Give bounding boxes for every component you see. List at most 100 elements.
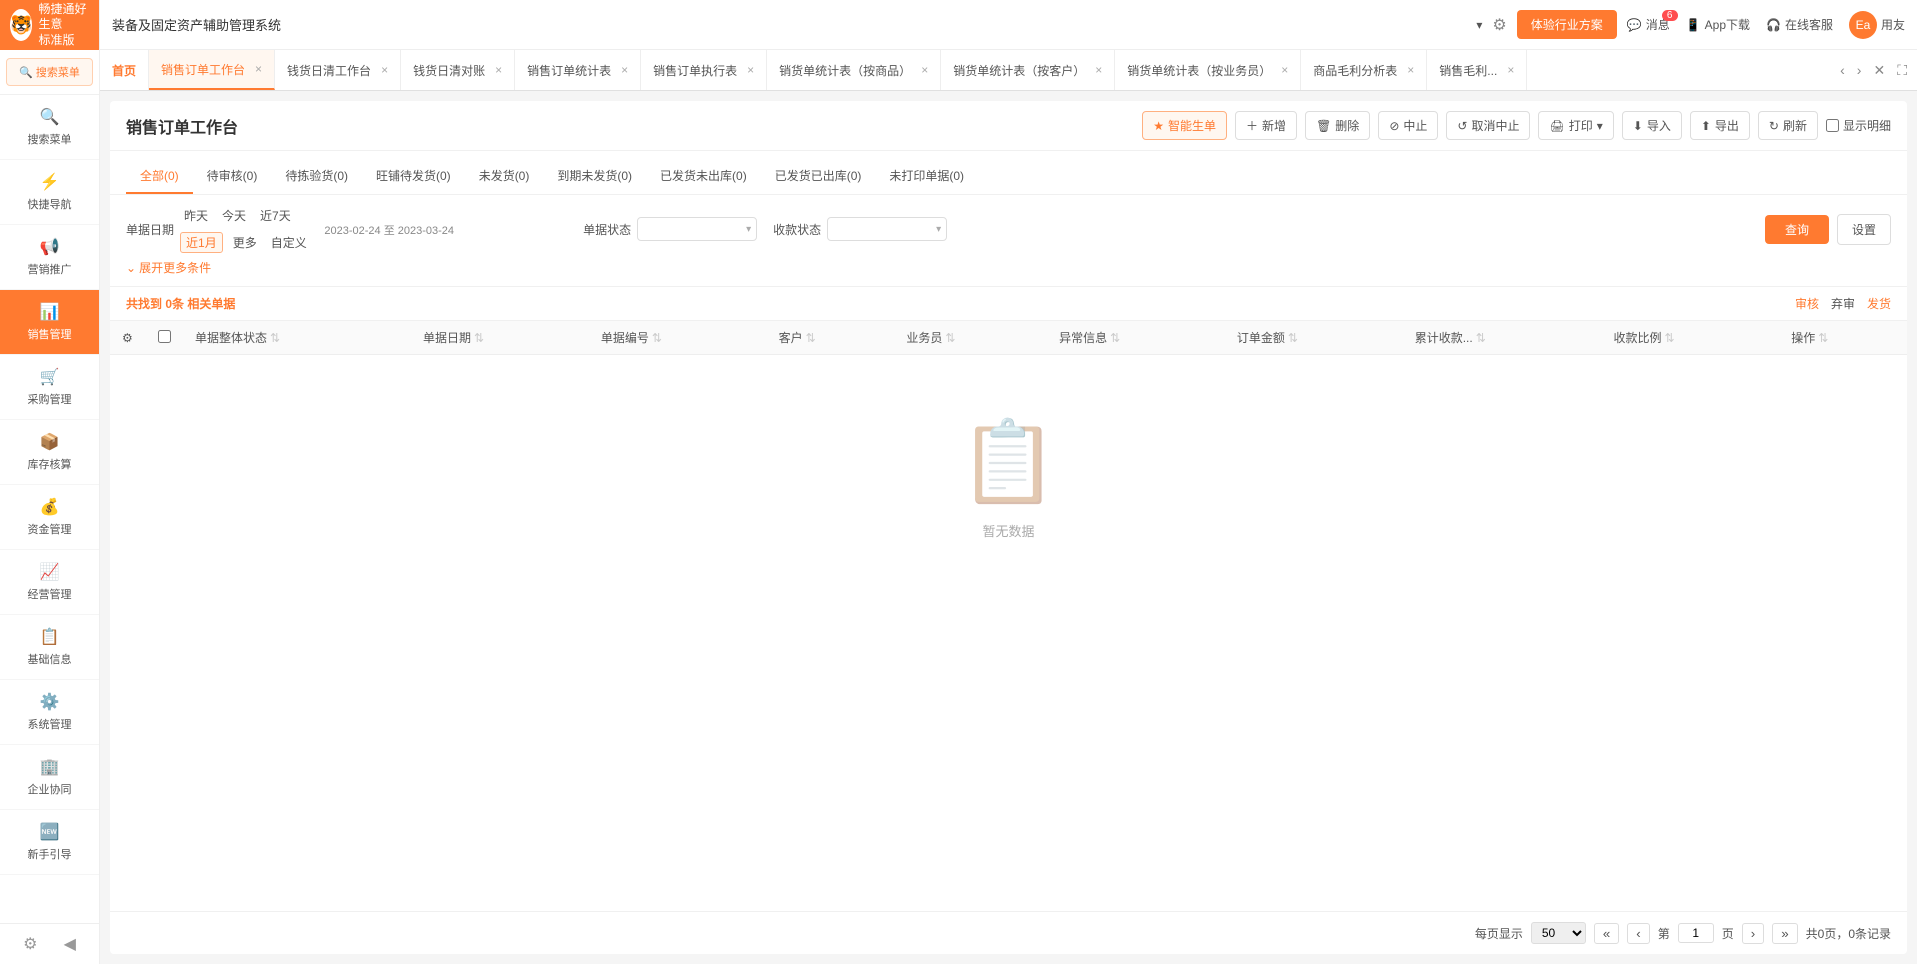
tab-close-sales-summary-customer[interactable]: ×: [1095, 63, 1102, 77]
sidebar-search[interactable]: 🔍 搜索菜单: [0, 50, 99, 95]
column-settings[interactable]: ⚙: [110, 321, 146, 355]
select-all-checkbox[interactable]: [146, 321, 183, 355]
filter-tab-all[interactable]: 全部(0): [126, 159, 193, 194]
tab-scroll-right[interactable]: ›: [1853, 60, 1866, 80]
sidebar-item-guide[interactable]: 🆕新手引导: [0, 810, 99, 875]
tab-close-sales-exec[interactable]: ×: [747, 63, 754, 77]
refresh-button[interactable]: ↻ 刷新: [1758, 111, 1818, 140]
tab-maximize[interactable]: ⛶: [1893, 60, 1911, 81]
date-option-自定义[interactable]: 自定义: [267, 232, 311, 253]
col-date[interactable]: 单据日期⇅: [411, 321, 589, 355]
tab-close-sales-summary-staff[interactable]: ×: [1281, 63, 1288, 77]
filter-tab-overdue-not-shipped[interactable]: 到期未发货(0): [543, 159, 646, 194]
filter-tab-shipped-out[interactable]: 已发货已出库(0): [761, 159, 876, 194]
payment-select[interactable]: [827, 217, 947, 241]
expand-filter-button[interactable]: ⌄ 展开更多条件: [126, 259, 1891, 276]
tab-close-gross-profit[interactable]: ×: [1407, 63, 1414, 77]
sidebar-item-purchase[interactable]: 🛒采购管理: [0, 355, 99, 420]
tab-close-sales-stat[interactable]: ×: [621, 63, 628, 77]
filter-tab-wangpu-pending[interactable]: 旺铺待发货(0): [362, 159, 465, 194]
cancel-stop-button[interactable]: ↺ 取消中止: [1446, 111, 1530, 140]
stop-button[interactable]: ⊘ 中止: [1378, 111, 1438, 140]
tab-cash-reconcile[interactable]: 钱货日清对账×: [401, 50, 515, 90]
settings-bottom-icon[interactable]: ⚙: [23, 934, 37, 954]
import-button[interactable]: ⬇ 导入: [1622, 111, 1682, 140]
detail-checkbox[interactable]: [1826, 119, 1839, 132]
tab-close-all[interactable]: ✕: [1869, 60, 1889, 81]
solution-button[interactable]: 体验行业方案: [1517, 10, 1617, 39]
tab-sales-workbench[interactable]: 销售订单工作台×: [149, 50, 275, 90]
search-menu-button[interactable]: 🔍 搜索菜单: [6, 58, 93, 86]
col-customer[interactable]: 客户⇅: [767, 321, 895, 355]
last-page-button[interactable]: »: [1772, 923, 1797, 944]
col-abnormal[interactable]: 异常信息⇅: [1047, 321, 1225, 355]
table-scroll[interactable]: ⚙ 单据整体状态⇅单据日期⇅单据编号⇅客户⇅业务员⇅异常信息⇅订单金额⇅累计收款.…: [110, 321, 1907, 911]
tab-sales-exec[interactable]: 销售订单执行表×: [641, 50, 767, 90]
sidebar-item-system[interactable]: ⚙️系统管理: [0, 680, 99, 745]
tab-gross-profit[interactable]: 商品毛利分析表×: [1301, 50, 1427, 90]
filter-settings-button[interactable]: 设置: [1837, 214, 1891, 245]
date-option-近7天[interactable]: 近7天: [256, 205, 295, 226]
tab-scroll-left[interactable]: ‹: [1836, 60, 1849, 80]
tab-close-sales-more[interactable]: ×: [1507, 63, 1514, 77]
tab-home[interactable]: 首页: [100, 50, 149, 90]
filter-tab-shipped-not-out[interactable]: 已发货未出库(0): [646, 159, 761, 194]
sidebar-item-finance[interactable]: 💰资金管理: [0, 485, 99, 550]
page-size-select[interactable]: 102050100: [1531, 922, 1586, 944]
col-received[interactable]: 累计收款...⇅: [1403, 321, 1602, 355]
date-option-更多[interactable]: 更多: [229, 232, 261, 253]
sidebar-item-marketing[interactable]: 📢营销推广: [0, 225, 99, 290]
system-dropdown[interactable]: ▾: [1476, 18, 1482, 32]
user-menu[interactable]: Ea 用友: [1849, 11, 1905, 39]
next-page-button[interactable]: ›: [1742, 923, 1764, 944]
sidebar-item-quick[interactable]: ⚡快捷导航: [0, 160, 99, 225]
collapse-icon[interactable]: ◀: [64, 934, 76, 954]
tab-sales-stat[interactable]: 销售订单统计表×: [515, 50, 641, 90]
app-download-button[interactable]: 📱 App下载: [1686, 16, 1750, 33]
support-button[interactable]: 🎧 在线客服: [1766, 16, 1833, 33]
col-action[interactable]: 操作⇅: [1779, 321, 1907, 355]
sidebar-item-basic[interactable]: 📋基础信息: [0, 615, 99, 680]
topbar-settings-icon[interactable]: ⚙: [1492, 15, 1506, 35]
delete-button[interactable]: 🗑 删除: [1305, 111, 1370, 140]
smart-create-button[interactable]: ★ 智能生单: [1142, 111, 1227, 140]
tab-sales-summary-staff[interactable]: 销货单统计表（按业务员）×: [1115, 50, 1301, 90]
col-ratio[interactable]: 收款比例⇅: [1601, 321, 1779, 355]
cancel-review-action-button[interactable]: 弃审: [1831, 295, 1855, 312]
filter-tab-not-printed[interactable]: 未打印单据(0): [875, 159, 978, 194]
export-button[interactable]: ⬆ 导出: [1690, 111, 1750, 140]
review-action-button[interactable]: 审核: [1795, 295, 1819, 312]
sidebar-item-search[interactable]: 🔍搜索菜单: [0, 95, 99, 160]
col-status[interactable]: 单据整体状态⇅: [183, 321, 411, 355]
query-button[interactable]: 查询: [1765, 215, 1829, 244]
page-number-input[interactable]: [1678, 923, 1714, 943]
ship-action-button[interactable]: 发货: [1867, 295, 1891, 312]
filter-tab-pending-inspection[interactable]: 待拣验货(0): [271, 159, 362, 194]
tab-sales-summary-customer[interactable]: 销货单统计表（按客户）×: [941, 50, 1115, 90]
filter-tab-pending-review[interactable]: 待审核(0): [193, 159, 272, 194]
tab-close-sales-workbench[interactable]: ×: [255, 62, 262, 76]
show-detail-checkbox[interactable]: 显示明细: [1826, 117, 1891, 134]
status-select[interactable]: [637, 217, 757, 241]
date-option-近1月[interactable]: 近1月: [180, 232, 223, 253]
tab-sales-more[interactable]: 销售毛利...×: [1427, 50, 1527, 90]
col-number[interactable]: 单据编号⇅: [589, 321, 767, 355]
tab-close-sales-summary-product[interactable]: ×: [921, 63, 928, 77]
date-option-今天[interactable]: 今天: [218, 205, 250, 226]
tab-close-cash-daily[interactable]: ×: [381, 63, 388, 77]
tab-close-cash-reconcile[interactable]: ×: [495, 63, 502, 77]
prev-page-button[interactable]: ‹: [1627, 923, 1649, 944]
tab-sales-summary-product[interactable]: 销货单统计表（按商品）×: [767, 50, 941, 90]
date-option-昨天[interactable]: 昨天: [180, 205, 212, 226]
sidebar-item-enterprise[interactable]: 🏢企业协同: [0, 745, 99, 810]
col-amount[interactable]: 订单金额⇅: [1225, 321, 1403, 355]
tab-cash-daily[interactable]: 钱货日清工作台×: [275, 50, 401, 90]
filter-tab-not-shipped[interactable]: 未发货(0): [465, 159, 544, 194]
add-button[interactable]: ＋ 新增: [1235, 111, 1297, 140]
first-page-button[interactable]: «: [1594, 923, 1619, 944]
col-staff[interactable]: 业务员⇅: [894, 321, 1047, 355]
print-button[interactable]: 🖨 打印 ▾: [1538, 111, 1613, 140]
sidebar-item-operation[interactable]: 📈经营管理: [0, 550, 99, 615]
sidebar-item-inventory[interactable]: 📦库存核算: [0, 420, 99, 485]
sidebar-item-sales[interactable]: 📊销售管理: [0, 290, 99, 355]
